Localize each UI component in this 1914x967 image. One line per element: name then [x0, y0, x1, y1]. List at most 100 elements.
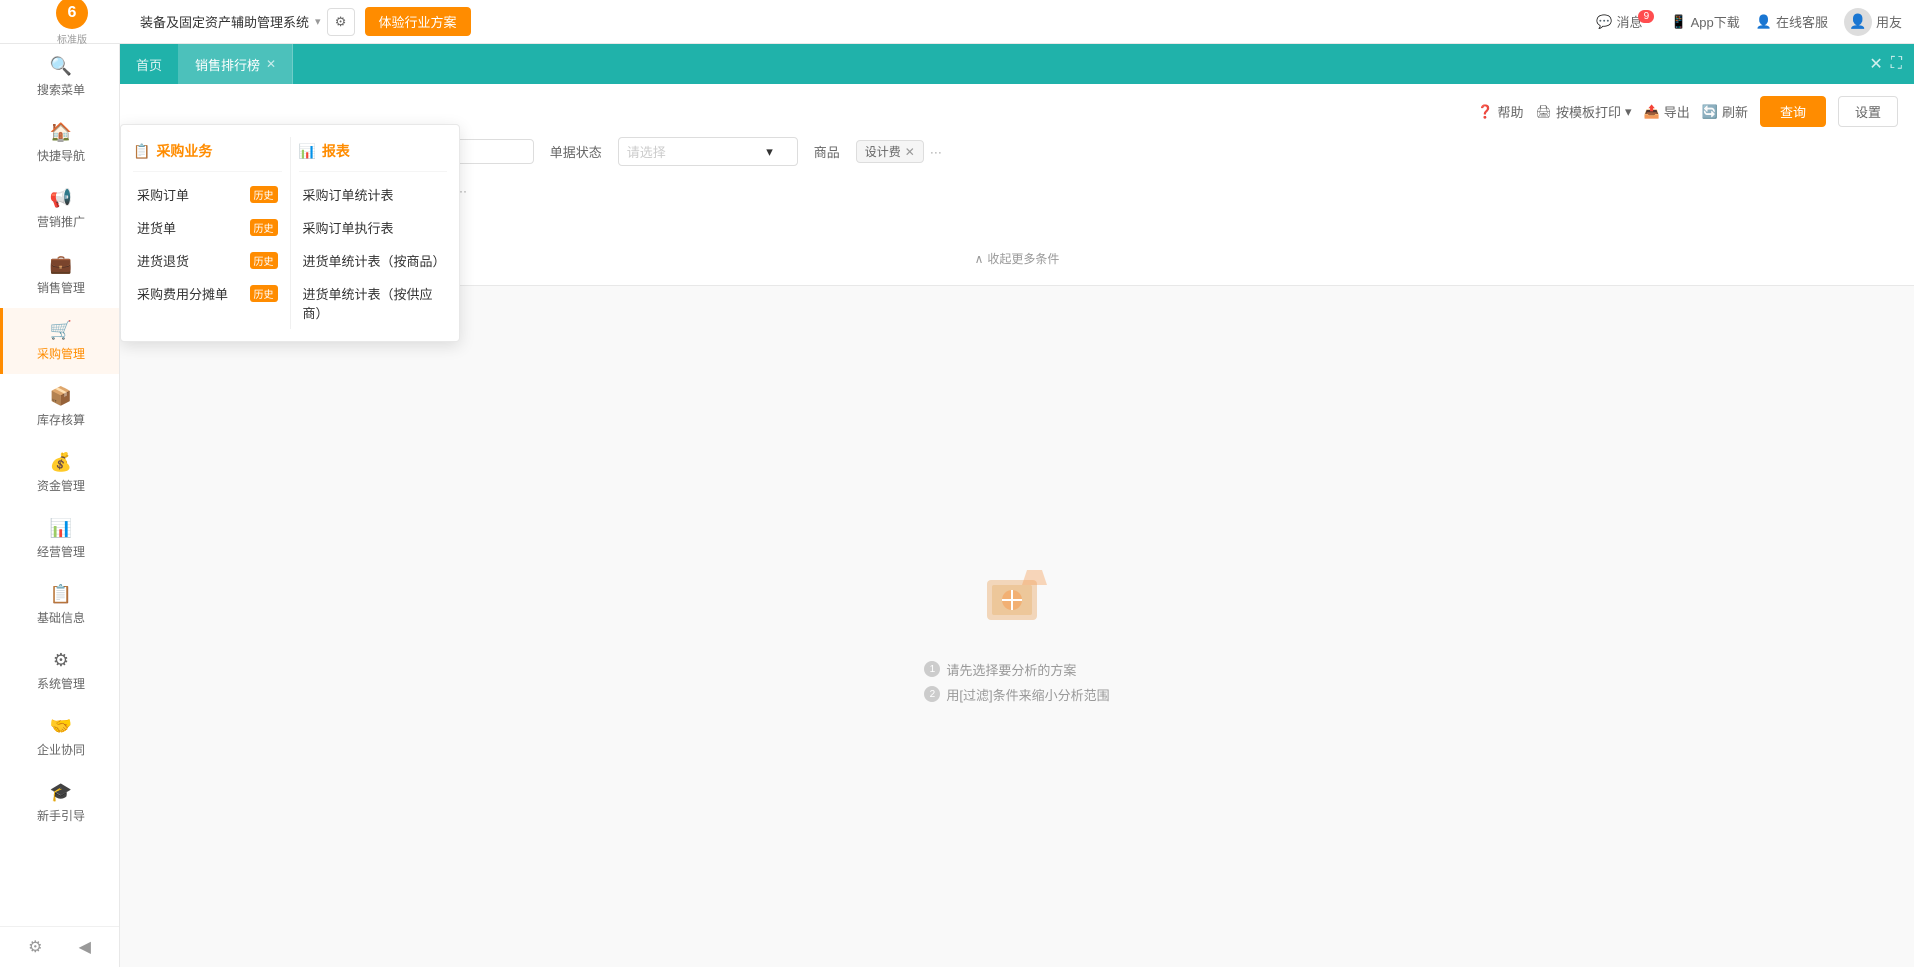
dropdown-col-purchase: 📋 采购业务 采购订单 历史 进货单 历史 进货退货 历史	[133, 137, 282, 329]
hint-dot-1: 1	[924, 661, 940, 677]
dropdown-item-stock-in[interactable]: 进货单 历史	[133, 211, 282, 244]
sidebar-item-sales[interactable]: 💼 销售管理	[0, 242, 119, 308]
tab-close-icon[interactable]: ✕	[266, 57, 276, 71]
salesperson-area: ···	[455, 184, 1898, 198]
sidebar-item-marketing[interactable]: 📢 营销推广	[0, 176, 119, 242]
system-title-dropdown[interactable]: ▾	[315, 15, 321, 28]
goods-more-btn[interactable]: ···	[930, 145, 942, 159]
gear-icon: ⚙	[335, 14, 347, 30]
print-icon: 🖨	[1536, 104, 1553, 120]
hint-dot-2: 2	[924, 686, 940, 702]
dropdown-col-report-title: 📊 报表	[299, 137, 448, 172]
top-bar: 6 标准版 装备及固定资产辅助管理系统 ▾ ⚙ 体验行业方案 💬 消息 9 📱 …	[0, 0, 1914, 44]
app-download-button[interactable]: 📱 App下载	[1670, 12, 1739, 31]
content-with-menu: ❓ 帮助 🖨 按模板打印 ▾ 📤 导出 🔄 刷新	[120, 84, 1914, 967]
message-icon: 💬	[1596, 14, 1612, 30]
enterprise-icon: 🤝	[50, 716, 72, 737]
empty-hint-1: 1 请先选择要分析的方案	[924, 660, 1109, 679]
dropdown-divider	[290, 137, 291, 329]
goods-tag-close[interactable]: ✕	[905, 145, 915, 159]
filter-settings-button[interactable]: 设置	[1838, 96, 1898, 127]
export-icon: 📤	[1644, 104, 1660, 120]
message-button[interactable]: 💬 消息 9	[1596, 12, 1654, 31]
settings-gear-button[interactable]: ⚙	[327, 8, 355, 36]
sidebar-item-search[interactable]: 🔍 搜索菜单	[0, 44, 119, 110]
order-status-select[interactable]: 请选择 ▾	[618, 137, 798, 166]
dropdown-item-purchase-order[interactable]: 采购订单 历史	[133, 178, 282, 211]
sidebar-collapse-button[interactable]: ◀	[79, 937, 91, 957]
goods-filter-area: 设计费 ✕ ···	[856, 140, 942, 163]
sidebar-item-purchase[interactable]: 🛒 采购管理	[0, 308, 119, 374]
purchase-col-icon: 📋	[133, 143, 150, 160]
logo-icon: 6	[56, 0, 88, 29]
query-button[interactable]: 查询	[1760, 96, 1826, 127]
export-button[interactable]: 📤 导出	[1644, 102, 1690, 121]
system-icon: ⚙	[53, 650, 69, 671]
print-button[interactable]: 🖨 按模板打印 ▾	[1536, 102, 1632, 121]
logo-area: 6 标准版	[12, 0, 132, 46]
refresh-icon: 🔄	[1702, 104, 1718, 120]
megaphone-icon: 📢	[50, 188, 72, 209]
online-service-button[interactable]: 👤 在线客服	[1756, 12, 1828, 31]
sidebar-item-finance[interactable]: 💰 资金管理	[0, 440, 119, 506]
refresh-button[interactable]: 🔄 刷新	[1702, 102, 1748, 121]
sidebar-settings-button[interactable]: ⚙	[28, 937, 42, 957]
industry-solution-button[interactable]: 体验行业方案	[365, 7, 471, 36]
purchase-icon: 🛒	[50, 320, 72, 341]
empty-illustration	[967, 550, 1067, 650]
tab-expand-button[interactable]: ⛶	[1891, 55, 1902, 73]
logo-subtext: 标准版	[57, 31, 87, 46]
guide-icon: 🎓	[50, 782, 72, 803]
sidebar-item-operations[interactable]: 📊 经营管理	[0, 506, 119, 572]
sidebar-footer: ⚙ ◀	[0, 926, 119, 967]
phone-icon: 📱	[1670, 14, 1686, 30]
help-button[interactable]: ❓ 帮助	[1477, 102, 1523, 121]
empty-text: 1 请先选择要分析的方案 2 用[过滤]条件来缩小分析范围	[924, 660, 1109, 704]
sidebar-item-enterprise[interactable]: 🤝 企业协同	[0, 704, 119, 770]
history-badge-1: 历史	[250, 219, 278, 236]
dropdown-col-purchase-title: 📋 采购业务	[133, 137, 282, 172]
sidebar-item-basic-info[interactable]: 📋 基础信息	[0, 572, 119, 638]
top-right-area: 💬 消息 9 📱 App下载 👤 在线客服 👤 用友	[1596, 8, 1902, 36]
main-content: 1 请先选择要分析的方案 2 用[过滤]条件来缩小分析范围	[120, 286, 1914, 967]
print-dropdown-icon[interactable]: ▾	[1625, 104, 1632, 120]
filter-toolbar: ❓ 帮助 🖨 按模板打印 ▾ 📤 导出 🔄 刷新	[136, 96, 1898, 127]
order-status-label: 单据状态	[550, 142, 602, 161]
dropdown-item-stock-stats-supplier[interactable]: 进货单统计表（按供应商）	[299, 277, 448, 329]
tab-home[interactable]: 首页	[120, 44, 179, 84]
system-title: 装备及固定资产辅助管理系统 ▾	[140, 12, 321, 31]
select-dropdown-icon: ▾	[766, 144, 773, 160]
dropdown-item-purchase-cost[interactable]: 采购费用分摊单 历史	[133, 277, 282, 310]
collapse-icon: ∧	[975, 252, 984, 266]
avatar: 👤	[1844, 8, 1872, 36]
dropdown-col-report: 📊 报表 采购订单统计表 采购订单执行表 进货单统计表（按商品） 进货单统计表（…	[299, 137, 448, 329]
content-area: 首页 销售排行榜 ✕ ✕ ⛶ ❓ 帮助 🖨	[120, 44, 1914, 967]
operations-icon: 📊	[50, 518, 72, 539]
goods-label: 商品	[814, 142, 840, 161]
help-icon: ❓	[1477, 104, 1493, 120]
tab-close-all-button[interactable]: ✕	[1869, 54, 1882, 74]
sales-icon: 💼	[50, 254, 72, 275]
purchase-dropdown-menu: 📋 采购业务 采购订单 历史 进货单 历史 进货退货 历史	[120, 124, 460, 342]
sidebar-item-inventory[interactable]: 📦 库存核算	[0, 374, 119, 440]
user-button[interactable]: 👤 用友	[1844, 8, 1902, 36]
dropdown-item-order-exec[interactable]: 采购订单执行表	[299, 211, 448, 244]
search-icon: 🔍	[50, 56, 72, 77]
goods-tag: 设计费 ✕	[856, 140, 924, 163]
report-col-icon: 📊	[299, 143, 316, 160]
dropdown-item-stock-return[interactable]: 进货退货 历史	[133, 244, 282, 277]
history-badge-0: 历史	[250, 186, 278, 203]
sidebar-item-system[interactable]: ⚙ 系统管理	[0, 638, 119, 704]
finance-icon: 💰	[50, 452, 72, 473]
history-badge-2: 历史	[250, 252, 278, 269]
tab-bar: 首页 销售排行榜 ✕ ✕ ⛶	[120, 44, 1914, 84]
sidebar: 🔍 搜索菜单 🏠 快捷导航 📢 营销推广 💼 销售管理 🛒 采购管理 📦 库存核…	[0, 44, 120, 967]
dropdown-item-order-stats[interactable]: 采购订单统计表	[299, 178, 448, 211]
info-icon: 📋	[50, 584, 72, 605]
tab-bar-right: ✕ ⛶	[1869, 54, 1914, 74]
sidebar-item-guide[interactable]: 🎓 新手引导	[0, 770, 119, 836]
home-icon: 🏠	[50, 122, 72, 143]
dropdown-item-stock-stats-goods[interactable]: 进货单统计表（按商品）	[299, 244, 448, 277]
tab-sales-ranking[interactable]: 销售排行榜 ✕	[179, 44, 293, 84]
sidebar-item-quicknav[interactable]: 🏠 快捷导航	[0, 110, 119, 176]
